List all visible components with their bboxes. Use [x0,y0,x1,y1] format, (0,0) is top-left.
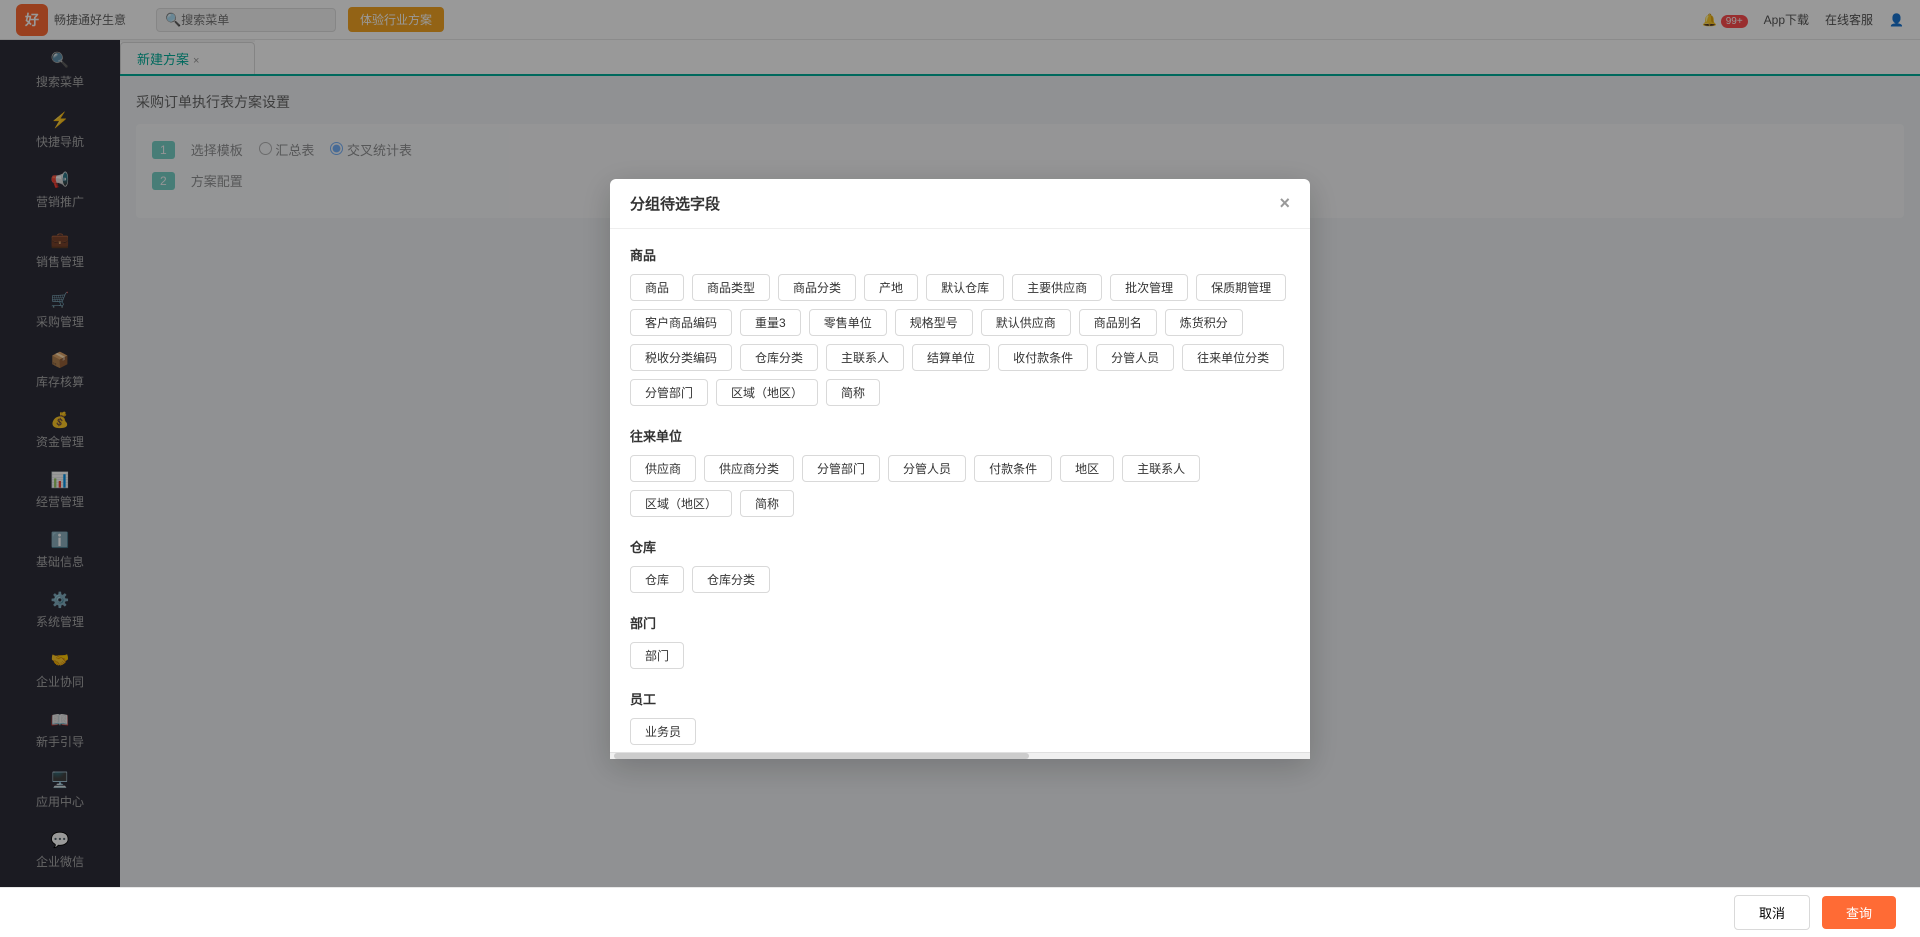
bottom-bar: 取消 查询 [0,887,1920,937]
field-tag-partner-1[interactable]: 供应商分类 [704,455,794,482]
field-tag-product-12[interactable]: 默认供应商 [981,309,1071,336]
modal-close-button[interactable]: × [1279,193,1290,214]
section-title-partner: 往来单位 [630,426,1290,445]
field-tag-warehouse-0[interactable]: 仓库 [630,566,684,593]
modal-overlay: 分组待选字段 × 商品商品商品类型商品分类产地默认仓库主要供应商批次管理保质期管… [0,0,1920,937]
field-tags-partner: 供应商供应商分类分管部门分管人员付款条件地区主联系人区域（地区） 简称 [630,455,1290,517]
field-tag-warehouse-1[interactable]: 仓库分类 [692,566,770,593]
section-partner: 往来单位供应商供应商分类分管部门分管人员付款条件地区主联系人区域（地区） 简称 [630,426,1290,517]
field-tag-product-16[interactable]: 仓库分类 [740,344,818,371]
field-tag-product-11[interactable]: 规格型号 [895,309,973,336]
field-tag-partner-6[interactable]: 主联系人 [1122,455,1200,482]
modal: 分组待选字段 × 商品商品商品类型商品分类产地默认仓库主要供应商批次管理保质期管… [610,179,1310,759]
field-tag-product-6[interactable]: 批次管理 [1110,274,1188,301]
section-department: 部门部门 [630,613,1290,669]
field-tag-partner-5[interactable]: 地区 [1060,455,1114,482]
section-title-warehouse: 仓库 [630,537,1290,556]
section-employee: 员工业务员 [630,689,1290,745]
field-tag-product-22[interactable]: 分管部门 [630,379,708,406]
field-tag-product-18[interactable]: 结算单位 [912,344,990,371]
modal-body: 商品商品商品类型商品分类产地默认仓库主要供应商批次管理保质期管理客户商品编码重量… [610,229,1310,752]
field-tags-warehouse: 仓库仓库分类 [630,566,1290,593]
field-tag-partner-0[interactable]: 供应商 [630,455,696,482]
field-tag-product-2[interactable]: 商品分类 [778,274,856,301]
field-tag-product-8[interactable]: 客户商品编码 [630,309,732,336]
field-tag-product-10[interactable]: 零售单位 [809,309,887,336]
modal-scroll-thumb [614,753,1029,759]
field-tag-product-15[interactable]: 税收分类编码 [630,344,732,371]
field-tags-department: 部门 [630,642,1290,669]
field-tag-partner-7[interactable]: 区域（地区） [630,490,732,517]
modal-scroll-track[interactable] [610,752,1310,759]
field-tag-product-5[interactable]: 主要供应商 [1012,274,1102,301]
field-tag-product-9[interactable]: 重量3 [740,309,801,336]
field-tag-product-7[interactable]: 保质期管理 [1196,274,1286,301]
field-tag-product-20[interactable]: 分管人员 [1096,344,1174,371]
bottom-cancel-button[interactable]: 取消 [1734,895,1810,930]
field-tag-product-23[interactable]: 区域（地区） [716,379,818,406]
field-tag-partner-3[interactable]: 分管人员 [888,455,966,482]
field-tag-product-4[interactable]: 默认仓库 [926,274,1004,301]
field-tag-product-13[interactable]: 商品别名 [1079,309,1157,336]
section-title-employee: 员工 [630,689,1290,708]
field-tag-product-17[interactable]: 主联系人 [826,344,904,371]
field-tag-employee-0[interactable]: 业务员 [630,718,696,745]
field-tags-product: 商品商品类型商品分类产地默认仓库主要供应商批次管理保质期管理客户商品编码重量3 零… [630,274,1290,406]
section-product: 商品商品商品类型商品分类产地默认仓库主要供应商批次管理保质期管理客户商品编码重量… [630,245,1290,406]
field-tag-product-0[interactable]: 商品 [630,274,684,301]
field-tag-product-21[interactable]: 往来单位分类 [1182,344,1284,371]
field-tags-employee: 业务员 [630,718,1290,745]
field-tag-product-14[interactable]: 炼货积分 [1165,309,1243,336]
field-tag-department-0[interactable]: 部门 [630,642,684,669]
field-tag-partner-4[interactable]: 付款条件 [974,455,1052,482]
section-title-product: 商品 [630,245,1290,264]
field-tag-product-19[interactable]: 收付款条件 [998,344,1088,371]
modal-header: 分组待选字段 × [610,179,1310,229]
field-tag-product-1[interactable]: 商品类型 [692,274,770,301]
field-tag-partner-2[interactable]: 分管部门 [802,455,880,482]
field-tag-partner-8[interactable]: 简称 [740,490,794,517]
section-warehouse: 仓库仓库仓库分类 [630,537,1290,593]
section-title-department: 部门 [630,613,1290,632]
field-tag-product-3[interactable]: 产地 [864,274,918,301]
bottom-confirm-button[interactable]: 查询 [1822,896,1896,929]
modal-title: 分组待选字段 [630,193,720,214]
field-tag-product-24[interactable]: 简称 [826,379,880,406]
